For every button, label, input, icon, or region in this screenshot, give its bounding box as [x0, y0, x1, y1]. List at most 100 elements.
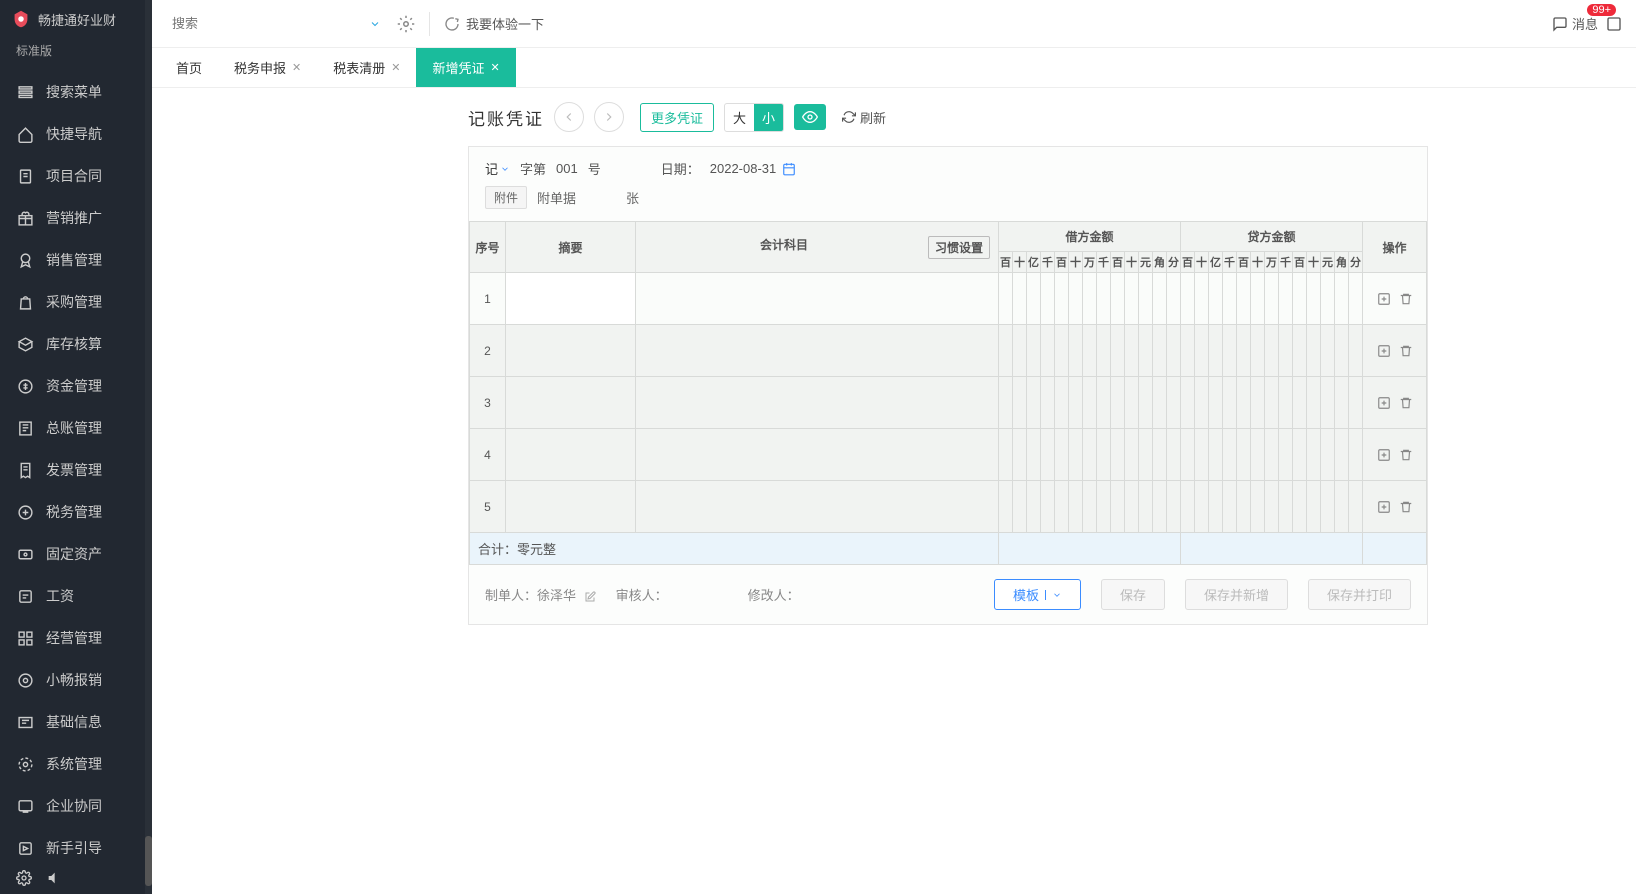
- attachment-button[interactable]: 附件: [485, 186, 527, 209]
- add-row-icon[interactable]: [1377, 396, 1391, 410]
- sidebar-item-asset[interactable]: 固定资产: [0, 533, 145, 575]
- close-icon[interactable]: ✕: [391, 61, 400, 74]
- subject-cell[interactable]: [636, 481, 999, 533]
- delete-row-icon[interactable]: [1399, 344, 1413, 358]
- table-row: 4: [470, 429, 1427, 481]
- subject-cell[interactable]: [636, 429, 999, 481]
- more-voucher-button[interactable]: 更多凭证: [640, 103, 714, 132]
- experience-link[interactable]: 我要体验一下: [444, 14, 544, 33]
- sidebar-item-list[interactable]: 搜索菜单: [0, 71, 145, 113]
- template-button[interactable]: 模板: [994, 579, 1081, 610]
- add-row-icon[interactable]: [1377, 448, 1391, 462]
- tab-税务申报[interactable]: 税务申报✕: [218, 48, 317, 87]
- volume-icon[interactable]: [46, 870, 62, 886]
- badge-icon: [16, 251, 34, 269]
- nav: 搜索菜单快捷导航项目合同营销推广销售管理采购管理库存核算资金管理总账管理发票管理…: [0, 63, 145, 862]
- settings-icon[interactable]: [397, 15, 415, 33]
- sidebar-item-receipt[interactable]: 发票管理: [0, 449, 145, 491]
- save-print-button[interactable]: 保存并打印: [1308, 579, 1411, 610]
- col-debit: 借方金额: [999, 222, 1181, 252]
- gift-icon: [16, 209, 34, 227]
- message-button[interactable]: 消息 99+: [1552, 14, 1598, 33]
- size-small[interactable]: 小: [754, 104, 783, 131]
- voucher-book-select[interactable]: 记: [485, 159, 510, 178]
- edit-icon[interactable]: [584, 591, 596, 603]
- save-new-button[interactable]: 保存并新增: [1185, 579, 1288, 610]
- sidebar-item-sys[interactable]: 系统管理: [0, 743, 145, 785]
- sidebar-item-coin[interactable]: 资金管理: [0, 365, 145, 407]
- habit-settings-button[interactable]: 习惯设置: [928, 236, 990, 259]
- voucher-number-input[interactable]: 001: [556, 161, 578, 176]
- logo-icon: [10, 8, 32, 30]
- delete-row-icon[interactable]: [1399, 500, 1413, 514]
- date-input[interactable]: 2022-08-31: [710, 161, 797, 176]
- col-seq: 序号: [470, 222, 506, 273]
- search-input[interactable]: [172, 16, 363, 31]
- sidebar-item-bag[interactable]: 采购管理: [0, 281, 145, 323]
- next-button[interactable]: [594, 102, 624, 132]
- tab-税表清册[interactable]: 税表清册✕: [317, 48, 416, 87]
- preview-button[interactable]: [794, 104, 826, 130]
- table-row: 1: [470, 273, 1427, 325]
- chevron-down-icon[interactable]: [1045, 590, 1062, 600]
- doc-icon: [16, 167, 34, 185]
- voucher-card: 记 字第 001 号 日期： 2022-08-31: [468, 146, 1428, 625]
- sidebar-item-salary[interactable]: 工资: [0, 575, 145, 617]
- summary-input-cell[interactable]: [506, 273, 636, 325]
- add-row-icon[interactable]: [1377, 500, 1391, 514]
- delete-row-icon[interactable]: [1399, 292, 1413, 306]
- sidebar-item-reimburse[interactable]: 小畅报销: [0, 659, 145, 701]
- sidebar-item-info[interactable]: 基础信息: [0, 701, 145, 743]
- sidebar-item-badge[interactable]: 销售管理: [0, 239, 145, 281]
- sidebar-item-gift[interactable]: 营销推广: [0, 197, 145, 239]
- sidebar-scrollbar[interactable]: [145, 0, 152, 894]
- page-title: 记账凭证: [468, 105, 544, 130]
- summary-cell[interactable]: [506, 481, 636, 533]
- tab-新增凭证[interactable]: 新增凭证✕: [416, 48, 515, 87]
- sidebar-item-doc[interactable]: 项目合同: [0, 155, 145, 197]
- size-big[interactable]: 大: [725, 104, 754, 131]
- list-icon: [16, 83, 34, 101]
- gear-icon[interactable]: [16, 870, 32, 886]
- col-op: 操作: [1363, 222, 1427, 273]
- main: 我要体验一下 消息 99+ 首页税务申报✕税表清册✕新增凭证✕ 记账凭证: [152, 0, 1636, 894]
- prev-button[interactable]: [554, 102, 584, 132]
- delete-row-icon[interactable]: [1399, 448, 1413, 462]
- expand-icon[interactable]: [1606, 16, 1622, 32]
- tab-首页[interactable]: 首页: [160, 48, 218, 87]
- refresh-button[interactable]: 刷新: [842, 108, 886, 127]
- tabs: 首页税务申报✕税表清册✕新增凭证✕: [152, 48, 1636, 88]
- tax-icon: [16, 503, 34, 521]
- salary-icon: [16, 587, 34, 605]
- subject-cell[interactable]: [636, 273, 999, 325]
- sidebar-bottom: [0, 862, 145, 894]
- sidebar-item-mgmt[interactable]: 经营管理: [0, 617, 145, 659]
- receipt-icon: [16, 461, 34, 479]
- add-row-icon[interactable]: [1377, 292, 1391, 306]
- table-row: 5: [470, 481, 1427, 533]
- table-row: 3: [470, 377, 1427, 429]
- subject-cell[interactable]: [636, 377, 999, 429]
- sidebar-item-box[interactable]: 库存核算: [0, 323, 145, 365]
- close-icon[interactable]: ✕: [292, 61, 301, 74]
- subject-cell[interactable]: [636, 325, 999, 377]
- collab-icon: [16, 797, 34, 815]
- col-subject: 会计科目 习惯设置: [636, 222, 999, 273]
- summary-input[interactable]: [510, 277, 631, 317]
- chevron-down-icon[interactable]: [369, 18, 381, 30]
- summary-cell[interactable]: [506, 377, 636, 429]
- sidebar-item-ledger[interactable]: 总账管理: [0, 407, 145, 449]
- edition-label: 标准版: [0, 38, 145, 63]
- save-button[interactable]: 保存: [1101, 579, 1165, 610]
- summary-cell[interactable]: [506, 325, 636, 377]
- asset-icon: [16, 545, 34, 563]
- close-icon[interactable]: ✕: [491, 61, 500, 74]
- message-badge: 99+: [1587, 4, 1616, 16]
- sidebar-item-guide[interactable]: 新手引导: [0, 827, 145, 862]
- sidebar-item-home[interactable]: 快捷导航: [0, 113, 145, 155]
- delete-row-icon[interactable]: [1399, 396, 1413, 410]
- summary-cell[interactable]: [506, 429, 636, 481]
- sidebar-item-tax[interactable]: 税务管理: [0, 491, 145, 533]
- add-row-icon[interactable]: [1377, 344, 1391, 358]
- sidebar-item-collab[interactable]: 企业协同: [0, 785, 145, 827]
